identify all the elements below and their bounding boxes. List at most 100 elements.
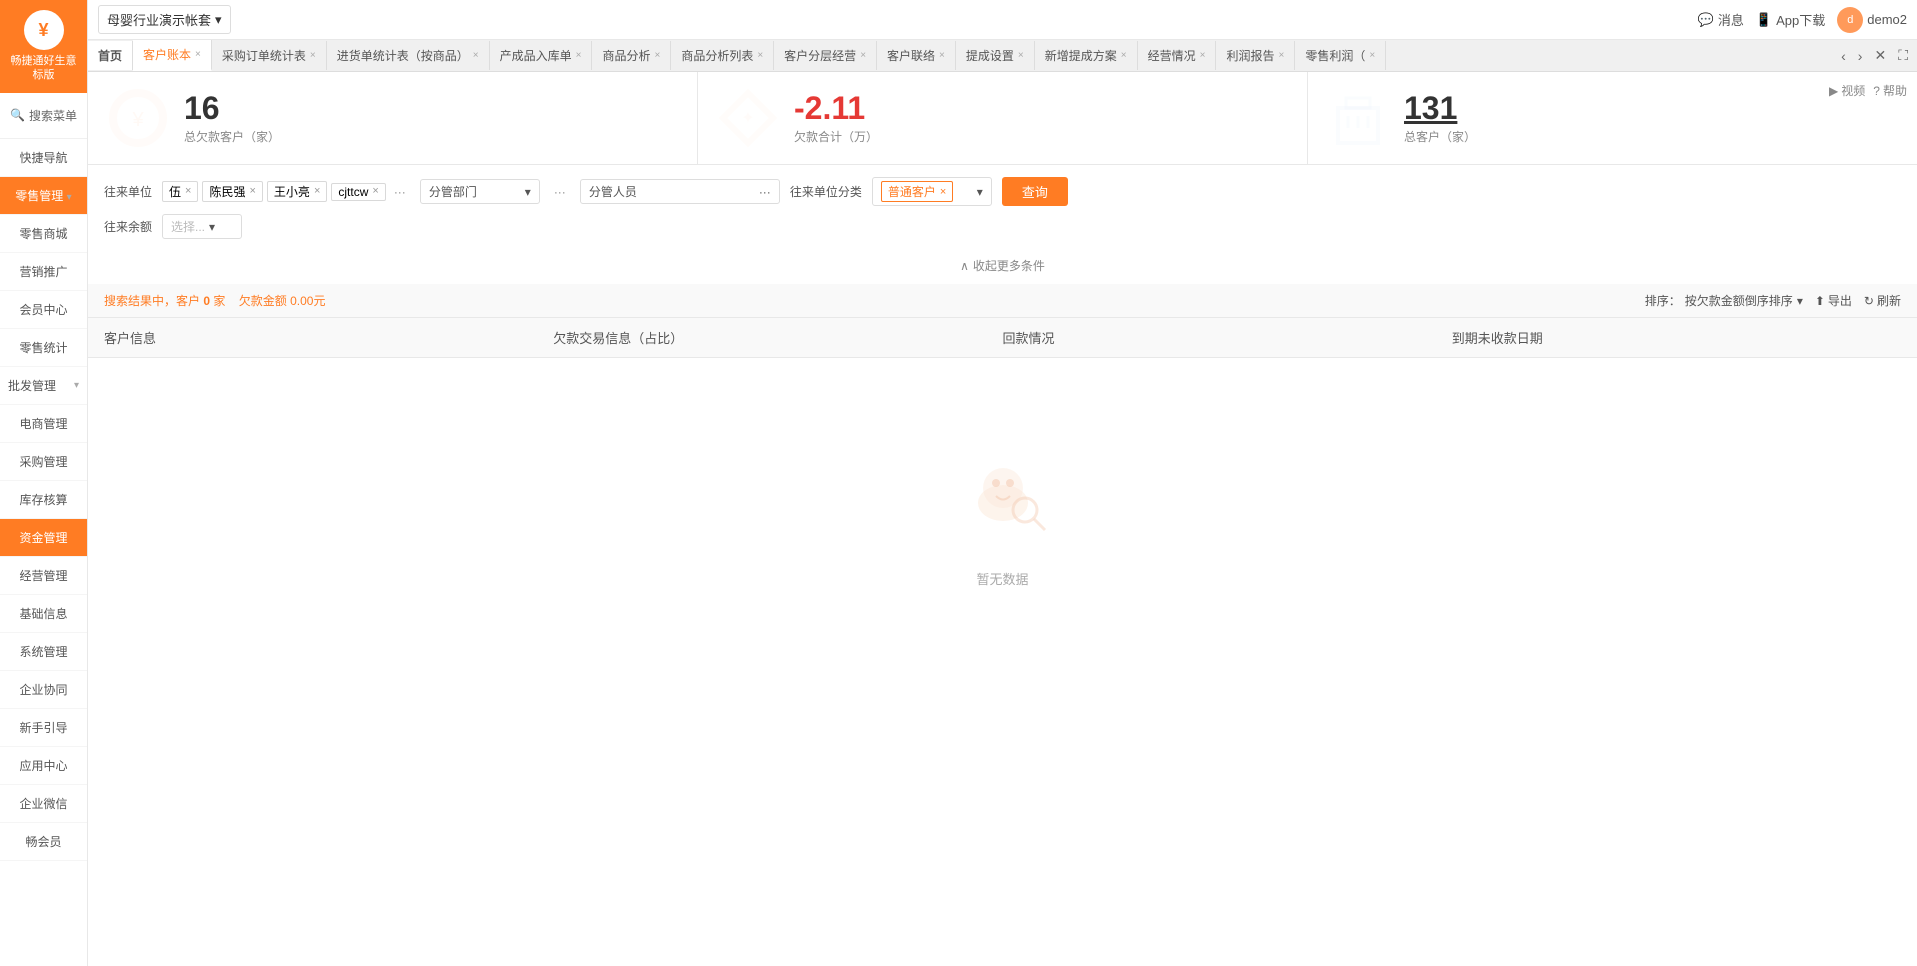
sidebar-logo[interactable]: ¥ 畅捷通好生意 标版 bbox=[0, 0, 87, 93]
empty-state-text: 暂无数据 bbox=[976, 569, 1028, 588]
tab-fullscreen-button[interactable]: ⛶ bbox=[1893, 43, 1913, 68]
svg-text:¥: ¥ bbox=[131, 109, 144, 131]
tab-profit-report[interactable]: 利润报告 × bbox=[1216, 41, 1295, 70]
unit-tag-more[interactable]: ··· bbox=[390, 183, 410, 201]
sidebar-item-zero-retail-mall[interactable]: 零售商城 bbox=[0, 215, 87, 253]
collapse-button[interactable]: ∧ 收起更多条件 bbox=[952, 253, 1053, 278]
tabbar: 首页 客户账本 × 采购订单统计表 × 进货单统计表（按商品） × 产成品入库单… bbox=[88, 40, 1917, 72]
tab-product-analysis[interactable]: 商品分析 × bbox=[592, 41, 671, 70]
stat-icon-customers: ¥ bbox=[108, 88, 168, 148]
unit-tag-cjttcw-close[interactable]: × bbox=[372, 186, 378, 197]
sidebar-search-section: 🔍 搜索菜单 bbox=[0, 93, 87, 139]
search-menu-button[interactable]: 🔍 搜索菜单 bbox=[6, 101, 81, 130]
video-help-button[interactable]: ▶ 视频 bbox=[1829, 82, 1865, 99]
tab-new-raise-plan[interactable]: 新增提成方案 × bbox=[1035, 41, 1138, 70]
tab-close-product-analysis-list[interactable]: × bbox=[757, 50, 763, 61]
tab-next-button[interactable]: › bbox=[1853, 44, 1868, 68]
topbar-right: 💬 消息 📱 App下载 d demo2 bbox=[1698, 7, 1907, 33]
avatar: d bbox=[1837, 7, 1863, 33]
sidebar-item-enterprise-wechat[interactable]: 企业微信 bbox=[0, 785, 87, 823]
empty-state: 暂无数据 bbox=[88, 358, 1917, 668]
tab-close-all-button[interactable]: ✕ bbox=[1869, 43, 1891, 68]
tab-close-profit-report[interactable]: × bbox=[1278, 50, 1284, 61]
export-button[interactable]: ⬆ 导出 bbox=[1815, 292, 1852, 309]
topbar: 母婴行业演示帐套 ▾ 💬 消息 📱 App下载 d demo2 bbox=[88, 0, 1917, 40]
dept-filter-select[interactable]: 分管部门 ▾ bbox=[420, 179, 540, 204]
stat-icon-debt-amount: ✦ bbox=[718, 88, 778, 148]
balance-filter-input[interactable]: 选择... ▾ bbox=[162, 214, 242, 239]
category-tag-close[interactable]: × bbox=[940, 186, 946, 198]
sidebar-item-new-user-guide[interactable]: 新手引导 bbox=[0, 709, 87, 747]
tab-customer-contact[interactable]: 客户联络 × bbox=[877, 41, 956, 70]
svg-text:✦: ✦ bbox=[741, 110, 754, 127]
tab-retail-profit[interactable]: 零售利润（ × bbox=[1295, 41, 1386, 70]
sort-select[interactable]: 排序： 按欠款金额倒序排序 ▾ bbox=[1645, 292, 1803, 309]
sidebar-item-purchase-mgmt[interactable]: 采购管理 bbox=[0, 443, 87, 481]
tab-close-ops-situation[interactable]: × bbox=[1200, 50, 1206, 61]
results-actions: 排序： 按欠款金额倒序排序 ▾ ⬆ 导出 ↻ 刷新 bbox=[1645, 292, 1901, 309]
search-icon: 🔍 bbox=[10, 108, 25, 122]
tab-close-product-instock[interactable]: × bbox=[576, 50, 582, 61]
tab-purchase-order-stats[interactable]: 采购订单统计表 × bbox=[212, 41, 327, 70]
export-icon: ⬆ bbox=[1815, 294, 1825, 308]
unit-tag-wu-close[interactable]: × bbox=[185, 186, 191, 197]
sidebar-item-ecom-mgmt[interactable]: 电商管理 bbox=[0, 405, 87, 443]
stat-icon-total-customers bbox=[1328, 88, 1388, 148]
app-download-button[interactable]: 📱 App下载 bbox=[1756, 10, 1825, 29]
sidebar-item-inventory-check[interactable]: 库存核算 bbox=[0, 481, 87, 519]
sidebar-item-zero-retail-stats[interactable]: 零售统计 bbox=[0, 329, 87, 367]
tab-raise-settings[interactable]: 提成设置 × bbox=[956, 41, 1035, 70]
stat-content-customers: 16 总欠款客户（家） bbox=[184, 92, 280, 145]
query-button[interactable]: 查询 bbox=[1002, 177, 1068, 206]
sidebar-item-quick-nav[interactable]: 快捷导航 bbox=[0, 139, 87, 177]
tab-close-raise-settings[interactable]: × bbox=[1018, 50, 1024, 61]
sidebar-item-marketing-promo[interactable]: 营销推广 bbox=[0, 253, 87, 291]
topbar-left: 母婴行业演示帐套 ▾ bbox=[98, 5, 231, 34]
message-button[interactable]: 💬 消息 bbox=[1698, 10, 1744, 29]
tab-close-customer-accounts[interactable]: × bbox=[195, 49, 201, 60]
industry-selector[interactable]: 母婴行业演示帐套 ▾ bbox=[98, 5, 231, 34]
tab-close-retail-profit[interactable]: × bbox=[1369, 50, 1375, 61]
tab-close-purchase-order-stats[interactable]: × bbox=[310, 50, 316, 61]
sidebar-item-enterprise-collab[interactable]: 企业协同 bbox=[0, 671, 87, 709]
tab-customer-tier-ops[interactable]: 客户分层经营 × bbox=[774, 41, 877, 70]
sidebar-item-ops-mgmt[interactable]: 经营管理 bbox=[0, 557, 87, 595]
dept-filter-more[interactable]: ··· bbox=[550, 183, 570, 201]
refresh-button[interactable]: ↻ 刷新 bbox=[1864, 292, 1901, 309]
chevron-down-icon-sort: ▾ bbox=[1797, 294, 1803, 308]
empty-state-icon bbox=[953, 438, 1053, 557]
tab-close-product-analysis[interactable]: × bbox=[654, 50, 660, 61]
sidebar-item-batch-mgmt[interactable]: 批发管理 ▾ bbox=[0, 367, 87, 405]
category-filter-select[interactable]: 普通客户 × ▾ bbox=[872, 177, 992, 206]
stat-total-debt-customers: ¥ 16 总欠款客户（家） bbox=[88, 72, 698, 164]
person-filter-select[interactable]: 分管人员 ··· bbox=[580, 179, 780, 204]
unit-tag-chen: 陈民强 × bbox=[202, 181, 262, 202]
sidebar-item-capital-mgmt[interactable]: 资金管理 bbox=[0, 519, 87, 557]
tab-customer-accounts[interactable]: 客户账本 × bbox=[133, 40, 212, 71]
unit-tag-chen-close[interactable]: × bbox=[249, 186, 255, 197]
sidebar-item-basic-info[interactable]: 基础信息 bbox=[0, 595, 87, 633]
tab-ops-situation[interactable]: 经营情况 × bbox=[1138, 41, 1217, 70]
unit-tag-wang-close[interactable]: × bbox=[314, 186, 320, 197]
stat-total-debt-amount: ✦ -2.11 欠款合计（万） bbox=[698, 72, 1308, 164]
sidebar-item-sys-mgmt[interactable]: 系统管理 bbox=[0, 633, 87, 671]
tab-close-customer-contact[interactable]: × bbox=[939, 50, 945, 61]
tab-product-instock[interactable]: 产成品入库单 × bbox=[490, 41, 593, 70]
tab-prev-button[interactable]: ‹ bbox=[1836, 44, 1851, 68]
table-col-due-date: 到期未收款日期 bbox=[1452, 328, 1901, 347]
tab-home[interactable]: 首页 bbox=[88, 41, 133, 70]
sidebar-item-member-center[interactable]: 会员中心 bbox=[0, 291, 87, 329]
stat-number-total-debt-amount: -2.11 bbox=[794, 92, 878, 124]
tab-instock-stats-by-product[interactable]: 进货单统计表（按商品） × bbox=[327, 41, 490, 70]
help-button[interactable]: ? 帮助 bbox=[1873, 82, 1907, 99]
tab-close-instock-stats[interactable]: × bbox=[473, 50, 479, 61]
unit-filter-tags: 伍 × 陈民强 × 王小亮 × cjttcw × ··· bbox=[162, 181, 410, 202]
sidebar-item-member-plus[interactable]: 畅会员 bbox=[0, 823, 87, 861]
user-profile-button[interactable]: d demo2 bbox=[1837, 7, 1907, 33]
sidebar-item-app-center[interactable]: 应用中心 bbox=[0, 747, 87, 785]
table-col-debt-info: 欠款交易信息（占比） bbox=[553, 328, 1002, 347]
tab-close-customer-tier-ops[interactable]: × bbox=[860, 50, 866, 61]
tab-close-new-raise-plan[interactable]: × bbox=[1121, 50, 1127, 61]
sidebar-item-zero-retail-mgmt[interactable]: 零售管理 ▾ bbox=[0, 177, 87, 215]
tab-product-analysis-list[interactable]: 商品分析列表 × bbox=[671, 41, 774, 70]
